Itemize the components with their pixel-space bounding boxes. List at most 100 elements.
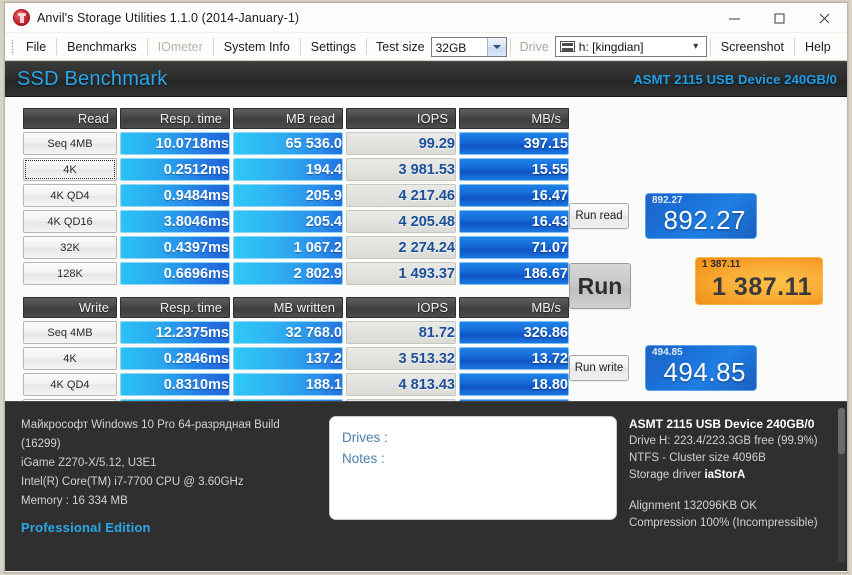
row-label[interactable]: 128K [23, 262, 117, 285]
page-title: SSD Benchmark [17, 67, 168, 90]
cell-resp: 10.0718ms [120, 132, 230, 155]
row-label[interactable]: Seq 4MB [23, 132, 117, 155]
system-cpu: Intel(R) Core(TM) i7-7700 CPU @ 3.60GHz [21, 476, 244, 488]
write-header-mb: MB written [233, 297, 343, 318]
test-size-value: 32GB [435, 40, 467, 55]
cell-resp: 0.2512ms [120, 158, 230, 181]
drive-info-capacity: Drive H: 223.4/223.3GB free (99.9%) [629, 435, 818, 447]
menu-file[interactable]: File [17, 37, 55, 57]
run-button[interactable]: Run [569, 263, 631, 309]
row-label[interactable]: 4K QD4 [23, 373, 117, 396]
row-label[interactable]: 4K [23, 158, 117, 181]
table-row: 4K QD16 3.8046ms 205.4 4 205.48 16.43 [23, 210, 569, 233]
menu-settings[interactable]: Settings [302, 37, 365, 57]
read-header-iops: IOPS [346, 108, 456, 129]
table-row: 32K 0.4397ms 1 067.2 2 274.24 71.07 [23, 236, 569, 259]
table-header-row: Write Resp. time MB written IOPS MB/s [23, 297, 569, 318]
row-label[interactable]: 4K QD16 [23, 210, 117, 233]
maximize-button[interactable] [757, 3, 802, 33]
write-header-iops: IOPS [346, 297, 456, 318]
drive-info-compression: Compression 100% (Incompressible) [629, 517, 818, 529]
drives-label: Drives : [342, 430, 388, 445]
drive-info-driver-label: Storage driver [629, 469, 702, 481]
run-read-button[interactable]: Run read [569, 203, 629, 229]
menu-divider [509, 38, 511, 55]
drive-combo[interactable]: h: [kingdian] ▾ [554, 36, 707, 57]
table-row: 4K 0.2846ms 137.2 3 513.32 13.72 [23, 347, 569, 370]
footer-scrollbar[interactable] [838, 408, 845, 563]
notes-box[interactable]: Drives : Notes : [329, 416, 617, 520]
cell-iops: 4 813.43 [346, 373, 456, 396]
toolbar-grip[interactable] [11, 38, 14, 55]
cell-resp: 12.2375ms [120, 321, 230, 344]
read-table: Read Resp. time MB read IOPS MB/s Seq 4M… [20, 105, 572, 288]
total-score-box: 1 387.11 1 387.11 [695, 257, 823, 305]
drive-info-driver-value: iaStorA [704, 469, 746, 481]
close-button[interactable] [802, 3, 847, 33]
cell-mbs: 16.43 [459, 210, 569, 233]
chevron-down-icon[interactable] [486, 37, 506, 56]
menu-divider [794, 38, 796, 55]
menu-benchmarks[interactable]: Benchmarks [58, 37, 145, 57]
benchmark-body: Read Resp. time MB read IOPS MB/s Seq 4M… [5, 97, 847, 422]
system-edition: Professional Edition [21, 520, 151, 535]
system-board: iGame Z270-X/5.12, U3E1 [21, 457, 157, 469]
cell-resp: 0.6696ms [120, 262, 230, 285]
menu-system-info[interactable]: System Info [215, 37, 299, 57]
cell-resp: 0.4397ms [120, 236, 230, 259]
drive-label: Drive [519, 39, 549, 54]
title-bar: Anvil's Storage Utilities 1.1.0 (2014-Ja… [5, 3, 847, 33]
cell-iops: 99.29 [346, 132, 456, 155]
read-header-mbs: MB/s [459, 108, 569, 129]
cell-resp: 3.8046ms [120, 210, 230, 233]
table-header-row: Read Resp. time MB read IOPS MB/s [23, 108, 569, 129]
window-title: Anvil's Storage Utilities 1.1.0 (2014-Ja… [37, 10, 300, 25]
read-score-box: 892.27 892.27 [645, 193, 757, 239]
table-row: 4K QD4 0.8310ms 188.1 4 813.43 18.80 [23, 373, 569, 396]
cell-mbs: 18.80 [459, 373, 569, 396]
drive-info-filesystem: NTFS - Cluster size 4096B [629, 452, 766, 464]
menu-divider [56, 38, 58, 55]
menu-divider [212, 38, 214, 55]
total-score-small: 1 387.11 [702, 259, 741, 270]
cell-mb: 32 768.0 [233, 321, 343, 344]
menu-divider [709, 38, 711, 55]
row-label[interactable]: Seq 4MB [23, 321, 117, 344]
minimize-button[interactable] [712, 3, 757, 33]
cell-iops: 3 981.53 [346, 158, 456, 181]
total-score-value: 1 387.11 [712, 273, 812, 301]
read-header-resp: Resp. time [120, 108, 230, 129]
write-score-value: 494.85 [663, 357, 746, 387]
cell-mbs: 16.47 [459, 184, 569, 207]
window-controls [712, 3, 847, 33]
drive-info-gap [629, 484, 844, 498]
cell-mb: 2 802.9 [233, 262, 343, 285]
device-name: ASMT 2115 USB Device 240GB/0 [633, 71, 837, 87]
table-row: Seq 4MB 12.2375ms 32 768.0 81.72 326.86 [23, 321, 569, 344]
notes-label: Notes : [342, 451, 385, 466]
cell-iops: 3 513.32 [346, 347, 456, 370]
cell-resp: 0.9484ms [120, 184, 230, 207]
drive-info-title: ASMT 2115 USB Device 240GB/0 [629, 417, 815, 431]
row-label[interactable]: 4K [23, 347, 117, 370]
menu-help[interactable]: Help [796, 37, 840, 57]
drive-value: h: [kingdian] [578, 39, 644, 54]
cell-iops: 2 274.24 [346, 236, 456, 259]
row-label[interactable]: 32K [23, 236, 117, 259]
write-header-mbs: MB/s [459, 297, 569, 318]
cell-mb: 205.9 [233, 184, 343, 207]
cell-mb: 205.4 [233, 210, 343, 233]
scores-panel: Run read Run Run write 892.27 892.27 1 3… [565, 105, 845, 397]
drive-info-driver: Storage driver iaStorA [629, 467, 844, 484]
test-size-combo[interactable]: 32GB [430, 36, 507, 57]
drive-info-alignment: Alignment 132096KB OK [629, 500, 757, 512]
read-header-label: Read [23, 108, 117, 129]
system-os: Майкрософт Windows 10 Pro 64-разрядная B… [21, 419, 280, 450]
cell-mb: 188.1 [233, 373, 343, 396]
run-write-button[interactable]: Run write [569, 355, 629, 381]
cell-mbs: 13.72 [459, 347, 569, 370]
menu-screenshot[interactable]: Screenshot [712, 37, 793, 57]
row-label[interactable]: 4K QD4 [23, 184, 117, 207]
read-score-value: 892.27 [663, 205, 746, 235]
chevron-down-icon[interactable]: ▾ [688, 41, 704, 52]
